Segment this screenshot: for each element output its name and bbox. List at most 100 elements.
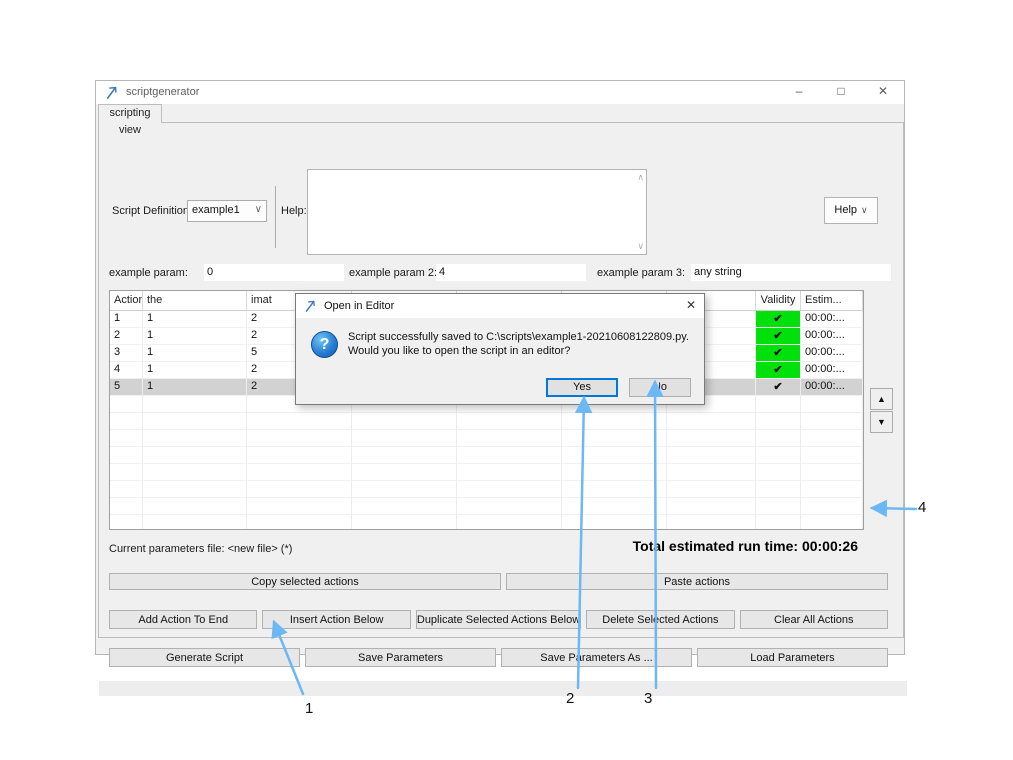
empty-cell[interactable] xyxy=(457,515,562,530)
empty-cell[interactable] xyxy=(457,430,562,447)
title-bar[interactable]: scriptgenerator – □ ✕ xyxy=(96,81,904,104)
empty-cell[interactable] xyxy=(110,447,143,464)
empty-cell[interactable] xyxy=(352,498,457,515)
cell-estim[interactable]: 00:00:... xyxy=(801,379,863,396)
cell-action[interactable]: 2 xyxy=(110,328,143,345)
empty-cell[interactable] xyxy=(562,481,667,498)
cell-the[interactable]: 1 xyxy=(143,328,247,345)
empty-cell[interactable] xyxy=(801,396,863,413)
add-action-to-end-button[interactable]: Add Action To End xyxy=(109,610,257,629)
table-row[interactable] xyxy=(110,515,863,530)
empty-cell[interactable] xyxy=(667,430,756,447)
dialog-title-bar[interactable]: Open in Editor ✕ xyxy=(296,294,704,318)
empty-cell[interactable] xyxy=(756,481,801,498)
empty-cell[interactable] xyxy=(352,515,457,530)
empty-cell[interactable] xyxy=(562,447,667,464)
empty-cell[interactable] xyxy=(457,464,562,481)
cell-the[interactable]: 1 xyxy=(143,345,247,362)
column-header-validity[interactable]: Validity xyxy=(756,291,801,310)
load-parameters-button[interactable]: Load Parameters xyxy=(697,648,888,667)
empty-cell[interactable] xyxy=(801,413,863,430)
empty-cell[interactable] xyxy=(667,498,756,515)
empty-cell[interactable] xyxy=(352,447,457,464)
cell-estim[interactable]: 00:00:... xyxy=(801,345,863,362)
empty-cell[interactable] xyxy=(352,464,457,481)
empty-cell[interactable] xyxy=(457,498,562,515)
help-textarea[interactable]: ∧ ∨ xyxy=(307,169,647,255)
cell-the[interactable]: 1 xyxy=(143,311,247,328)
move-row-down-button[interactable]: ▼ xyxy=(870,411,893,433)
no-button[interactable]: No xyxy=(629,378,691,397)
cell-action[interactable]: 3 xyxy=(110,345,143,362)
empty-cell[interactable] xyxy=(801,498,863,515)
table-row[interactable] xyxy=(110,430,863,447)
maximize-icon[interactable]: □ xyxy=(820,81,862,104)
table-row[interactable] xyxy=(110,464,863,481)
cell-action[interactable]: 1 xyxy=(110,311,143,328)
empty-cell[interactable] xyxy=(247,430,352,447)
cell-action[interactable]: 5 xyxy=(110,379,143,396)
empty-cell[interactable] xyxy=(562,515,667,530)
empty-cell[interactable] xyxy=(562,464,667,481)
empty-cell[interactable] xyxy=(801,464,863,481)
paste-actions-button[interactable]: Paste actions xyxy=(506,573,888,590)
table-row[interactable] xyxy=(110,481,863,498)
column-header-estim[interactable]: Estim... xyxy=(801,291,863,310)
script-definition-select[interactable]: example1 ∨ xyxy=(187,200,267,222)
empty-cell[interactable] xyxy=(143,396,247,413)
clear-all-actions-button[interactable]: Clear All Actions xyxy=(740,610,888,629)
empty-cell[interactable] xyxy=(110,481,143,498)
empty-cell[interactable] xyxy=(801,430,863,447)
cell-the[interactable]: 1 xyxy=(143,362,247,379)
empty-cell[interactable] xyxy=(110,515,143,530)
empty-cell[interactable] xyxy=(801,447,863,464)
generate-script-button[interactable]: Generate Script xyxy=(109,648,300,667)
empty-cell[interactable] xyxy=(143,498,247,515)
empty-cell[interactable] xyxy=(457,447,562,464)
empty-cell[interactable] xyxy=(143,481,247,498)
empty-cell[interactable] xyxy=(801,481,863,498)
empty-cell[interactable] xyxy=(352,413,457,430)
empty-cell[interactable] xyxy=(110,498,143,515)
empty-cell[interactable] xyxy=(667,481,756,498)
insert-action-below-button[interactable]: Insert Action Below xyxy=(262,610,410,629)
delete-selected-actions-button[interactable]: Delete Selected Actions xyxy=(586,610,734,629)
validity-check-icon[interactable]: ✔ xyxy=(756,379,801,396)
tab-scripting-view[interactable]: scripting view xyxy=(98,104,162,123)
save-parameters-button[interactable]: Save Parameters xyxy=(305,648,496,667)
cell-action[interactable]: 4 xyxy=(110,362,143,379)
param3-input[interactable]: any string xyxy=(691,264,891,281)
empty-cell[interactable] xyxy=(562,430,667,447)
empty-cell[interactable] xyxy=(247,515,352,530)
empty-cell[interactable] xyxy=(247,447,352,464)
empty-cell[interactable] xyxy=(457,481,562,498)
empty-cell[interactable] xyxy=(756,464,801,481)
close-icon[interactable]: ✕ xyxy=(686,298,696,312)
minimize-icon[interactable]: – xyxy=(778,81,820,104)
cell-estim[interactable]: 00:00:... xyxy=(801,328,863,345)
empty-cell[interactable] xyxy=(457,413,562,430)
empty-cell[interactable] xyxy=(562,498,667,515)
validity-check-icon[interactable]: ✔ xyxy=(756,311,801,328)
validity-check-icon[interactable]: ✔ xyxy=(756,362,801,379)
help-menu-button[interactable]: Help∨ xyxy=(824,197,878,224)
empty-cell[interactable] xyxy=(756,515,801,530)
validity-check-icon[interactable]: ✔ xyxy=(756,328,801,345)
empty-cell[interactable] xyxy=(143,515,247,530)
table-row[interactable] xyxy=(110,413,863,430)
empty-cell[interactable] xyxy=(143,430,247,447)
empty-cell[interactable] xyxy=(667,515,756,530)
cell-the[interactable]: 1 xyxy=(143,379,247,396)
empty-cell[interactable] xyxy=(110,413,143,430)
empty-cell[interactable] xyxy=(667,447,756,464)
empty-cell[interactable] xyxy=(562,413,667,430)
empty-cell[interactable] xyxy=(247,481,352,498)
cell-estim[interactable]: 00:00:... xyxy=(801,311,863,328)
close-icon[interactable]: ✕ xyxy=(862,81,904,104)
empty-cell[interactable] xyxy=(756,430,801,447)
move-row-up-button[interactable]: ▲ xyxy=(870,388,893,410)
empty-cell[interactable] xyxy=(667,464,756,481)
save-parameters-as-button[interactable]: Save Parameters As ... xyxy=(501,648,692,667)
table-row[interactable] xyxy=(110,447,863,464)
column-header-action[interactable]: Action xyxy=(110,291,143,310)
